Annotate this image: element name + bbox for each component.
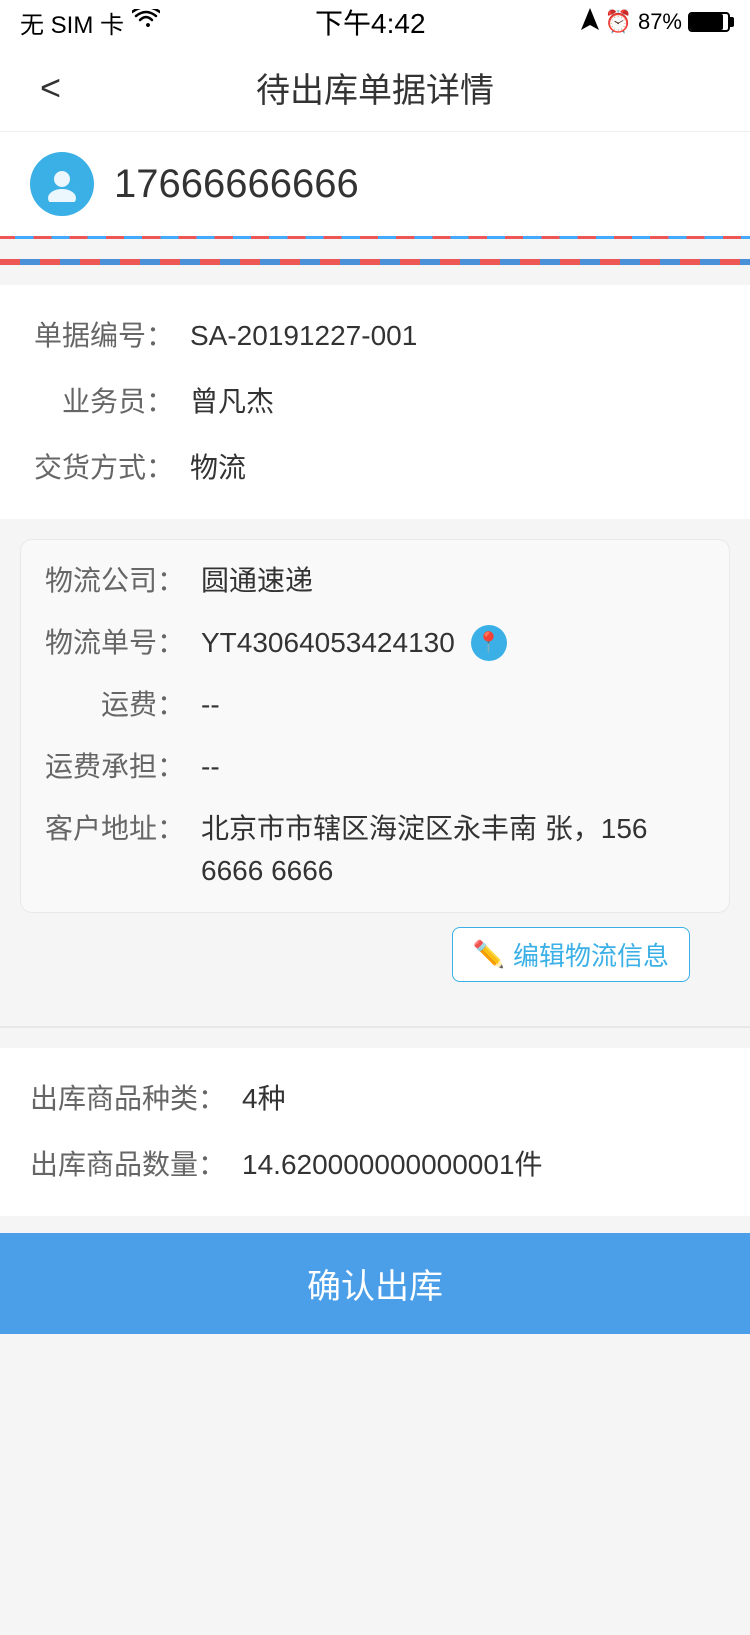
dashed-divider [0, 259, 750, 265]
delivery-value: 物流 [190, 447, 720, 489]
salesman-label: 业务员： [30, 381, 190, 423]
back-button[interactable]: < [30, 57, 71, 119]
goods-quantity-label: 出库商品数量： [30, 1144, 242, 1186]
freight-bearer-label: 运费承担： [41, 746, 201, 788]
logistics-tracking-value: YT43064053424130 📍 [201, 622, 709, 664]
delivery-label: 交货方式： [30, 447, 190, 489]
edit-icon: ✏️ [473, 939, 505, 970]
address-value: 北京市市辖区海淀区永丰南 张，156 6666 6666 [201, 808, 709, 892]
confirm-button[interactable]: 确认出库 [307, 1268, 443, 1306]
freight-label: 运费： [41, 684, 201, 726]
order-no-value: SA-20191227-001 [190, 315, 720, 357]
avatar [30, 152, 94, 216]
goods-info-section: 出库商品种类： 4种 出库商品数量： 14.620000000000001件 [0, 1048, 750, 1216]
freight-bearer-value: -- [201, 746, 709, 788]
freight-value: -- [201, 684, 709, 726]
goods-types-row: 出库商品种类： 4种 [30, 1078, 720, 1120]
battery-percent: 87% [638, 9, 682, 35]
logistics-card: 物流公司： 圆通速递 物流单号： YT43064053424130 📍 运费： … [20, 539, 730, 913]
salesman-value: 曾凡杰 [190, 381, 720, 423]
edit-logistics-button[interactable]: ✏️ 编辑物流信息 [452, 927, 690, 982]
salesman-row: 业务员： 曾凡杰 [30, 381, 720, 423]
section-divider [0, 1026, 750, 1028]
location-pin-icon[interactable]: 📍 [471, 625, 507, 661]
status-right: ⏰ 87% [581, 8, 730, 36]
location-active-icon [581, 8, 599, 36]
confirm-btn-wrapper: 确认出库 [0, 1233, 750, 1334]
goods-types-value: 4种 [242, 1078, 720, 1120]
basic-info-section: 单据编号： SA-20191227-001 业务员： 曾凡杰 交货方式： 物流 [0, 285, 750, 519]
goods-quantity-value: 14.620000000000001件 [242, 1144, 720, 1186]
logistics-company-value: 圆通速递 [201, 560, 709, 602]
alarm-icon: ⏰ [605, 9, 632, 35]
bottom-spacer [0, 1315, 750, 1515]
order-no-label: 单据编号： [30, 315, 190, 357]
address-label: 客户地址： [41, 808, 201, 850]
logistics-company-label: 物流公司： [41, 560, 201, 602]
logistics-tracking-row: 物流单号： YT43064053424130 📍 [41, 622, 709, 664]
carrier-text: 无 SIM 卡 [20, 5, 124, 40]
edit-btn-label: 编辑物流信息 [513, 936, 669, 973]
battery-icon [688, 12, 730, 32]
delivery-row: 交货方式： 物流 [30, 447, 720, 489]
nav-bar: < 待出库单据详情 [0, 44, 750, 132]
freight-row: 运费： -- [41, 684, 709, 726]
status-left: 无 SIM 卡 [20, 5, 160, 40]
phone-header: 17666666666 [0, 132, 750, 239]
freight-bearer-row: 运费承担： -- [41, 746, 709, 788]
phone-number: 17666666666 [114, 162, 359, 207]
goods-quantity-row: 出库商品数量： 14.620000000000001件 [30, 1144, 720, 1186]
logistics-company-row: 物流公司： 圆通速递 [41, 560, 709, 602]
address-row: 客户地址： 北京市市辖区海淀区永丰南 张，156 6666 6666 [41, 808, 709, 892]
order-no-row: 单据编号： SA-20191227-001 [30, 315, 720, 357]
logistics-tracking-label: 物流单号： [41, 622, 201, 664]
edit-btn-wrapper: ✏️ 编辑物流信息 [0, 927, 750, 1026]
wifi-icon [132, 8, 160, 36]
goods-types-label: 出库商品种类： [30, 1078, 242, 1120]
status-bar: 无 SIM 卡 下午4:42 ⏰ 87% [0, 0, 750, 44]
status-time: 下午4:42 [315, 2, 426, 42]
page-title: 待出库单据详情 [256, 63, 494, 112]
